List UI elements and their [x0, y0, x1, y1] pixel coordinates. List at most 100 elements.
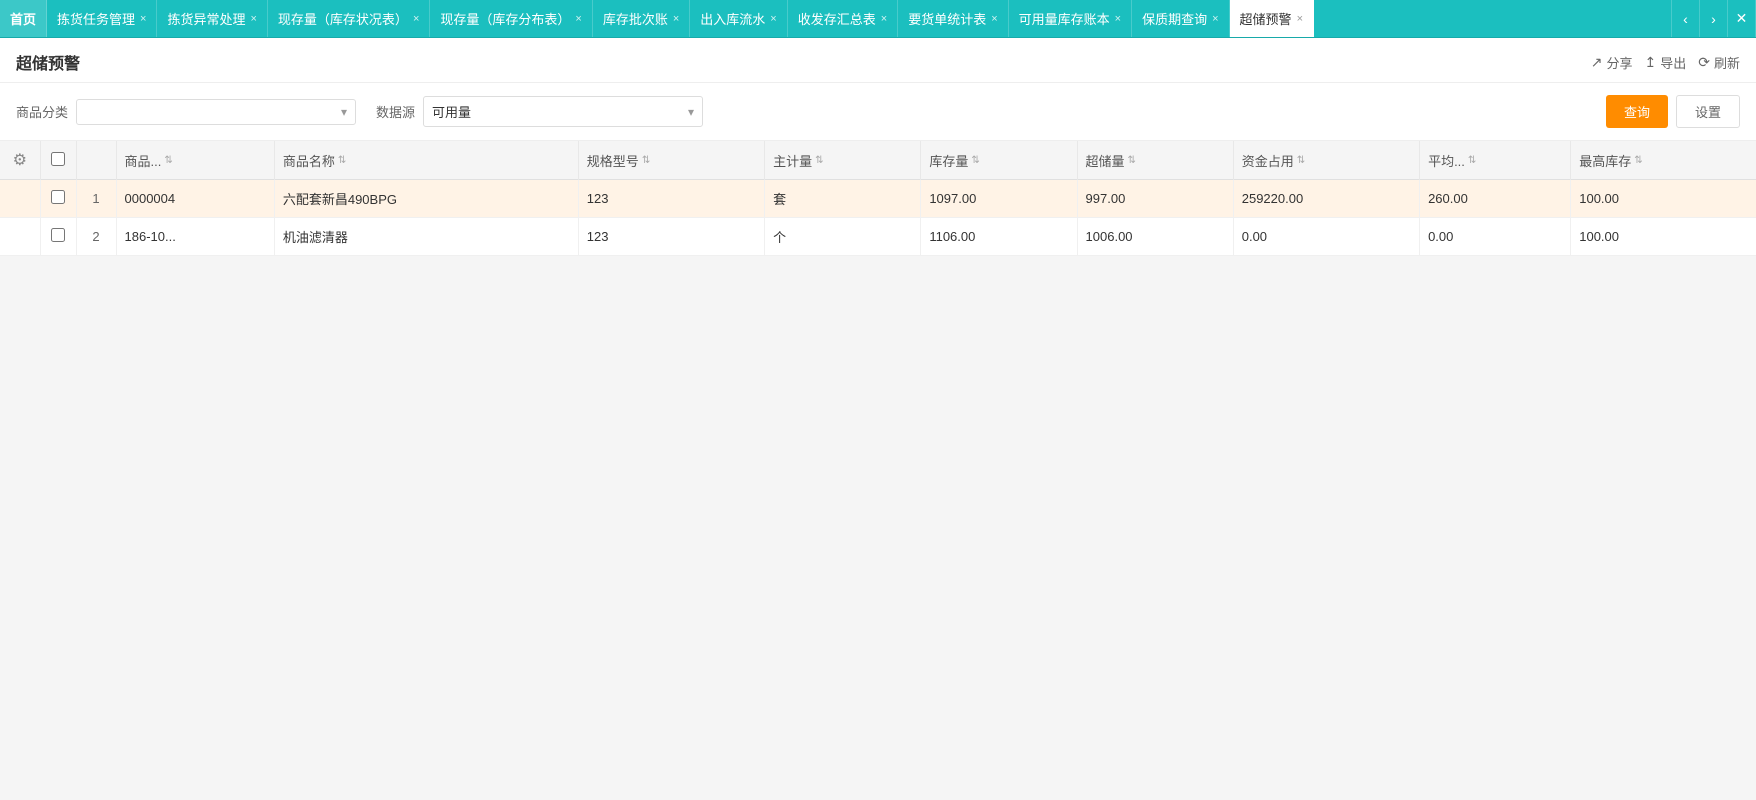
nav-tab-overstock-warning[interactable]: 超储预警 × — [1230, 0, 1314, 38]
th-avg[interactable]: 平均... ⇅ — [1420, 141, 1571, 180]
th-product-name[interactable]: 商品名称 ⇅ — [274, 141, 578, 180]
nav-tab-roasting-exception[interactable]: 拣货异常处理 × — [157, 0, 267, 38]
close-tab-overstock-warning[interactable]: × — [1297, 13, 1303, 25]
share-button[interactable]: ↗ 分享 — [1591, 53, 1633, 72]
filter-area: 商品分类 ▾ 数据源 可用量 ▾ 查询 设置 — [0, 83, 1756, 141]
close-tab-inout-flow[interactable]: × — [770, 13, 776, 25]
sort-icon-spec: ⇅ — [642, 155, 650, 166]
th-overstock[interactable]: 超储量 ⇅ — [1077, 141, 1233, 180]
row-unit-0: 套 — [765, 180, 921, 218]
th-spec[interactable]: 规格型号 ⇅ — [578, 141, 764, 180]
th-capital[interactable]: 资金占用 ⇅ — [1233, 141, 1419, 180]
refresh-button[interactable]: ⟳ 刷新 — [1698, 53, 1740, 72]
nav-tab-expiry-query[interactable]: 保质期查询 × — [1132, 0, 1229, 38]
table-row[interactable]: 2 186-10... 机油滤清器 123 个 1106.00 1006.00 … — [0, 218, 1756, 256]
select-all-checkbox[interactable] — [51, 152, 65, 166]
row-stock-1: 1106.00 — [921, 218, 1077, 256]
row-checkbox-0[interactable] — [40, 180, 76, 218]
row-overstock-1: 1006.00 — [1077, 218, 1233, 256]
row-max-stock-0: 100.00 — [1571, 180, 1756, 218]
filter-actions: 查询 设置 — [1606, 95, 1740, 128]
sort-icon-overstock: ⇅ — [1128, 155, 1136, 166]
row-product-name-0: 六配套新昌490BPG — [274, 180, 578, 218]
row-gear-0 — [0, 180, 40, 218]
table-body: 1 0000004 六配套新昌490BPG 123 套 1097.00 997.… — [0, 180, 1756, 256]
th-max-stock[interactable]: 最高库存 ⇅ — [1571, 141, 1756, 180]
settings-button[interactable]: 设置 — [1676, 95, 1740, 128]
close-tab-roasting-task[interactable]: × — [140, 13, 146, 25]
close-tab-roasting-exception[interactable]: × — [250, 13, 256, 25]
row-select-checkbox-0[interactable] — [51, 190, 65, 204]
main-content: 超储预警 ↗ 分享 ↥ 导出 ⟳ 刷新 商品分类 ▾ 数据源 — [0, 38, 1756, 256]
sort-icon-avg: ⇅ — [1468, 155, 1476, 166]
sort-icon-unit: ⇅ — [815, 155, 823, 166]
gear-icon[interactable]: ⚙ — [13, 152, 27, 169]
refresh-icon: ⟳ — [1698, 54, 1710, 71]
datasource-dropdown-icon: ▾ — [688, 105, 694, 119]
nav-tab-inventory-batch[interactable]: 库存批次账 × — [593, 0, 690, 38]
page-title: 超储预警 — [16, 50, 80, 74]
row-max-stock-1: 100.00 — [1571, 218, 1756, 256]
table-container: ⚙ 商品... ⇅ 商品名称 — [0, 141, 1756, 256]
top-navigation: 首页 拣货任务管理 × 拣货异常处理 × 现存量（库存状况表） × 现存量（库存… — [0, 0, 1756, 38]
nav-close-button[interactable]: ✕ — [1728, 0, 1756, 38]
query-button[interactable]: 查询 — [1606, 95, 1668, 128]
close-tab-expiry-query[interactable]: × — [1212, 13, 1218, 25]
row-product-name-1: 机油滤清器 — [274, 218, 578, 256]
th-stock[interactable]: 库存量 ⇅ — [921, 141, 1077, 180]
share-icon: ↗ — [1591, 54, 1603, 71]
data-table: ⚙ 商品... ⇅ 商品名称 — [0, 141, 1756, 256]
datasource-label: 数据源 — [376, 102, 415, 121]
nav-arrows: ‹ › ✕ — [1671, 0, 1756, 38]
row-stock-0: 1097.00 — [921, 180, 1077, 218]
nav-tab-receive-send[interactable]: 收发存汇总表 × — [788, 0, 898, 38]
row-overstock-0: 997.00 — [1077, 180, 1233, 218]
export-button[interactable]: ↥ 导出 — [1645, 53, 1687, 72]
sort-icon-capital: ⇅ — [1297, 155, 1305, 166]
nav-tab-inventory-status[interactable]: 现存量（库存状况表） × — [268, 0, 430, 38]
nav-tab-available-stock[interactable]: 可用量库存账本 × — [1009, 0, 1132, 38]
close-tab-receive-send[interactable]: × — [881, 13, 887, 25]
table-row[interactable]: 1 0000004 六配套新昌490BPG 123 套 1097.00 997.… — [0, 180, 1756, 218]
nav-tab-roasting-task[interactable]: 拣货任务管理 × — [47, 0, 157, 38]
close-tab-available-stock[interactable]: × — [1115, 13, 1121, 25]
nav-prev-button[interactable]: ‹ — [1672, 0, 1700, 38]
category-label: 商品分类 — [16, 102, 68, 121]
row-unit-1: 个 — [765, 218, 921, 256]
sort-icon-max-stock: ⇅ — [1634, 155, 1642, 166]
datasource-select-value: 可用量 — [432, 102, 471, 121]
close-tab-inventory-dist[interactable]: × — [575, 13, 581, 25]
th-checkbox — [40, 141, 76, 180]
nav-tab-order-stats[interactable]: 要货单统计表 × — [898, 0, 1008, 38]
row-capital-0: 259220.00 — [1233, 180, 1419, 218]
row-avg-1: 0.00 — [1420, 218, 1571, 256]
sort-icon-stock: ⇅ — [971, 155, 979, 166]
nav-tab-home[interactable]: 首页 — [0, 0, 47, 38]
row-spec-1: 123 — [578, 218, 764, 256]
th-unit[interactable]: 主计量 ⇅ — [765, 141, 921, 180]
category-select[interactable]: ▾ — [76, 99, 356, 125]
page-header: 超储预警 ↗ 分享 ↥ 导出 ⟳ 刷新 — [0, 38, 1756, 83]
sort-icon-product-name: ⇅ — [338, 155, 346, 166]
nav-next-button[interactable]: › — [1700, 0, 1728, 38]
row-product-code-0: 0000004 — [116, 180, 274, 218]
th-gear: ⚙ — [0, 141, 40, 180]
row-avg-0: 260.00 — [1420, 180, 1571, 218]
sort-icon-product-code: ⇅ — [164, 155, 172, 166]
category-dropdown-icon: ▾ — [341, 105, 347, 119]
row-spec-0: 123 — [578, 180, 764, 218]
close-tab-order-stats[interactable]: × — [991, 13, 997, 25]
close-tab-inventory-status[interactable]: × — [413, 13, 419, 25]
category-filter: 商品分类 ▾ — [16, 99, 356, 125]
row-select-checkbox-1[interactable] — [51, 228, 65, 242]
datasource-select[interactable]: 可用量 ▾ — [423, 96, 703, 127]
close-tab-inventory-batch[interactable]: × — [673, 13, 679, 25]
row-capital-1: 0.00 — [1233, 218, 1419, 256]
row-num-0: 1 — [76, 180, 116, 218]
th-product-code[interactable]: 商品... ⇅ — [116, 141, 274, 180]
export-icon: ↥ — [1645, 54, 1657, 71]
nav-tab-inventory-dist[interactable]: 现存量（库存分布表） × — [430, 0, 592, 38]
nav-tab-inout-flow[interactable]: 出入库流水 × — [690, 0, 787, 38]
row-checkbox-1[interactable] — [40, 218, 76, 256]
row-product-code-1: 186-10... — [116, 218, 274, 256]
